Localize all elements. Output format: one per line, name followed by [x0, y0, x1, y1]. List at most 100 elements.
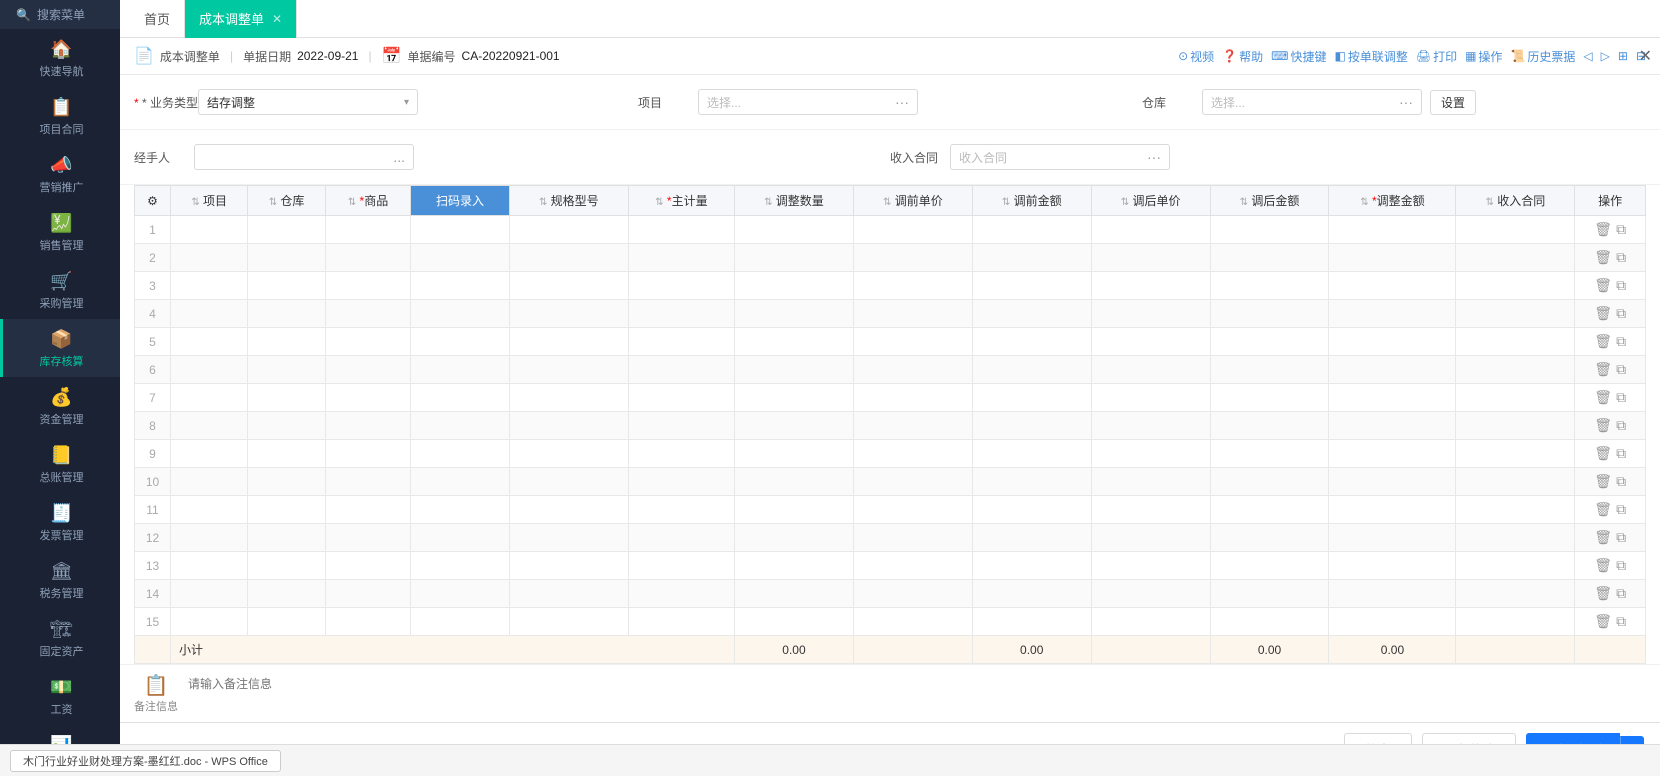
cell-after-amount[interactable]: [1210, 552, 1329, 580]
cell-income-contract[interactable]: [1456, 468, 1575, 496]
cell-income-contract[interactable]: [1456, 216, 1575, 244]
cell-before-amount[interactable]: [972, 580, 1091, 608]
cell-unit[interactable]: [628, 608, 734, 636]
cell-before-amount[interactable]: [972, 552, 1091, 580]
copy-icon[interactable]: ⧉: [1616, 249, 1626, 266]
cell-before-unit-price[interactable]: [853, 552, 972, 580]
cell-adjust-qty[interactable]: [735, 384, 854, 412]
cell-after-amount[interactable]: [1210, 580, 1329, 608]
cell-scan[interactable]: [411, 244, 510, 272]
cell-income-contract[interactable]: [1456, 300, 1575, 328]
cell-warehouse[interactable]: [248, 468, 325, 496]
cell-warehouse[interactable]: [248, 524, 325, 552]
cell-adjust-qty[interactable]: [735, 580, 854, 608]
copy-icon[interactable]: ⧉: [1616, 585, 1626, 602]
cell-project[interactable]: [171, 412, 248, 440]
cell-before-amount[interactable]: [972, 216, 1091, 244]
cell-before-unit-price[interactable]: [853, 272, 972, 300]
cell-project[interactable]: [171, 468, 248, 496]
cell-adjust-qty[interactable]: [735, 272, 854, 300]
cell-before-unit-price[interactable]: [853, 468, 972, 496]
delete-icon[interactable]: 🗑: [1594, 361, 1612, 378]
sidebar-search[interactable]: 🔍 搜索菜单: [0, 0, 120, 29]
cell-after-amount[interactable]: [1210, 356, 1329, 384]
cell-before-unit-price[interactable]: [853, 440, 972, 468]
cell-before-amount[interactable]: [972, 244, 1091, 272]
copy-icon[interactable]: ⧉: [1616, 361, 1626, 378]
cell-scan[interactable]: [411, 216, 510, 244]
sidebar-item-invoice-mgmt[interactable]: 🧾发票管理: [0, 493, 120, 551]
delete-icon[interactable]: 🗑: [1594, 305, 1612, 322]
cell-warehouse[interactable]: [248, 216, 325, 244]
taskbar-wps-item[interactable]: 木门行业好业财处理方案-墨红红.doc - WPS Office: [10, 750, 281, 772]
copy-icon[interactable]: ⧉: [1616, 221, 1626, 238]
expand-icon[interactable]: ⊞: [1618, 49, 1628, 63]
cell-adjust-amount[interactable]: [1329, 524, 1456, 552]
tab-home[interactable]: 首页: [130, 0, 185, 38]
copy-icon[interactable]: ⧉: [1616, 277, 1626, 294]
delete-icon[interactable]: 🗑: [1594, 613, 1612, 630]
form-close-btn[interactable]: ✕: [1639, 46, 1652, 66]
cell-after-amount[interactable]: [1210, 608, 1329, 636]
cell-income-contract[interactable]: [1456, 244, 1575, 272]
cell-spec[interactable]: [509, 384, 628, 412]
cell-unit[interactable]: [628, 356, 734, 384]
cell-spec[interactable]: [509, 356, 628, 384]
cell-scan[interactable]: [411, 440, 510, 468]
cell-spec[interactable]: [509, 244, 628, 272]
cell-adjust-qty[interactable]: [735, 412, 854, 440]
operation-btn[interactable]: ▦ 操作: [1465, 48, 1502, 65]
cell-adjust-amount[interactable]: [1329, 216, 1456, 244]
cell-spec[interactable]: [509, 608, 628, 636]
cell-project[interactable]: [171, 216, 248, 244]
cell-adjust-amount[interactable]: [1329, 468, 1456, 496]
cell-before-unit-price[interactable]: [853, 328, 972, 356]
cell-after-unit-price[interactable]: [1091, 244, 1210, 272]
cell-scan[interactable]: [411, 580, 510, 608]
cell-product[interactable]: [325, 496, 410, 524]
cell-adjust-qty[interactable]: [735, 300, 854, 328]
cell-adjust-amount[interactable]: [1329, 356, 1456, 384]
cell-warehouse[interactable]: [248, 552, 325, 580]
cell-warehouse[interactable]: [248, 440, 325, 468]
cell-spec[interactable]: [509, 524, 628, 552]
cell-unit[interactable]: [628, 440, 734, 468]
cell-adjust-qty[interactable]: [735, 216, 854, 244]
cell-after-amount[interactable]: [1210, 468, 1329, 496]
cell-before-unit-price[interactable]: [853, 216, 972, 244]
cell-income-contract[interactable]: [1456, 552, 1575, 580]
cell-after-unit-price[interactable]: [1091, 300, 1210, 328]
cell-before-amount[interactable]: [972, 524, 1091, 552]
sidebar-item-purchase-mgmt[interactable]: 🛒采购管理: [0, 261, 120, 319]
cell-project[interactable]: [171, 496, 248, 524]
copy-icon[interactable]: ⧉: [1616, 417, 1626, 434]
cell-before-unit-price[interactable]: [853, 524, 972, 552]
cell-adjust-amount[interactable]: [1329, 608, 1456, 636]
cell-product[interactable]: [325, 328, 410, 356]
delete-icon[interactable]: 🗑: [1594, 473, 1612, 490]
cell-income-contract[interactable]: [1456, 328, 1575, 356]
cell-after-amount[interactable]: [1210, 328, 1329, 356]
cell-before-amount[interactable]: [972, 272, 1091, 300]
cell-after-unit-price[interactable]: [1091, 608, 1210, 636]
cell-product[interactable]: [325, 356, 410, 384]
cell-adjust-amount[interactable]: [1329, 440, 1456, 468]
copy-icon[interactable]: ⧉: [1616, 445, 1626, 462]
cell-adjust-qty[interactable]: [735, 468, 854, 496]
cell-unit[interactable]: [628, 496, 734, 524]
cell-spec[interactable]: [509, 496, 628, 524]
cell-product[interactable]: [325, 440, 410, 468]
cell-income-contract[interactable]: [1456, 608, 1575, 636]
cell-spec[interactable]: [509, 328, 628, 356]
cell-adjust-amount[interactable]: [1329, 580, 1456, 608]
cell-unit[interactable]: [628, 300, 734, 328]
delete-icon[interactable]: 🗑: [1594, 445, 1612, 462]
cell-after-amount[interactable]: [1210, 496, 1329, 524]
cell-spec[interactable]: [509, 468, 628, 496]
cell-before-amount[interactable]: [972, 608, 1091, 636]
copy-icon[interactable]: ⧉: [1616, 557, 1626, 574]
sidebar-item-sales-promotion[interactable]: 📣营销推广: [0, 145, 120, 203]
cell-project[interactable]: [171, 272, 248, 300]
cell-warehouse[interactable]: [248, 356, 325, 384]
cell-after-amount[interactable]: [1210, 412, 1329, 440]
